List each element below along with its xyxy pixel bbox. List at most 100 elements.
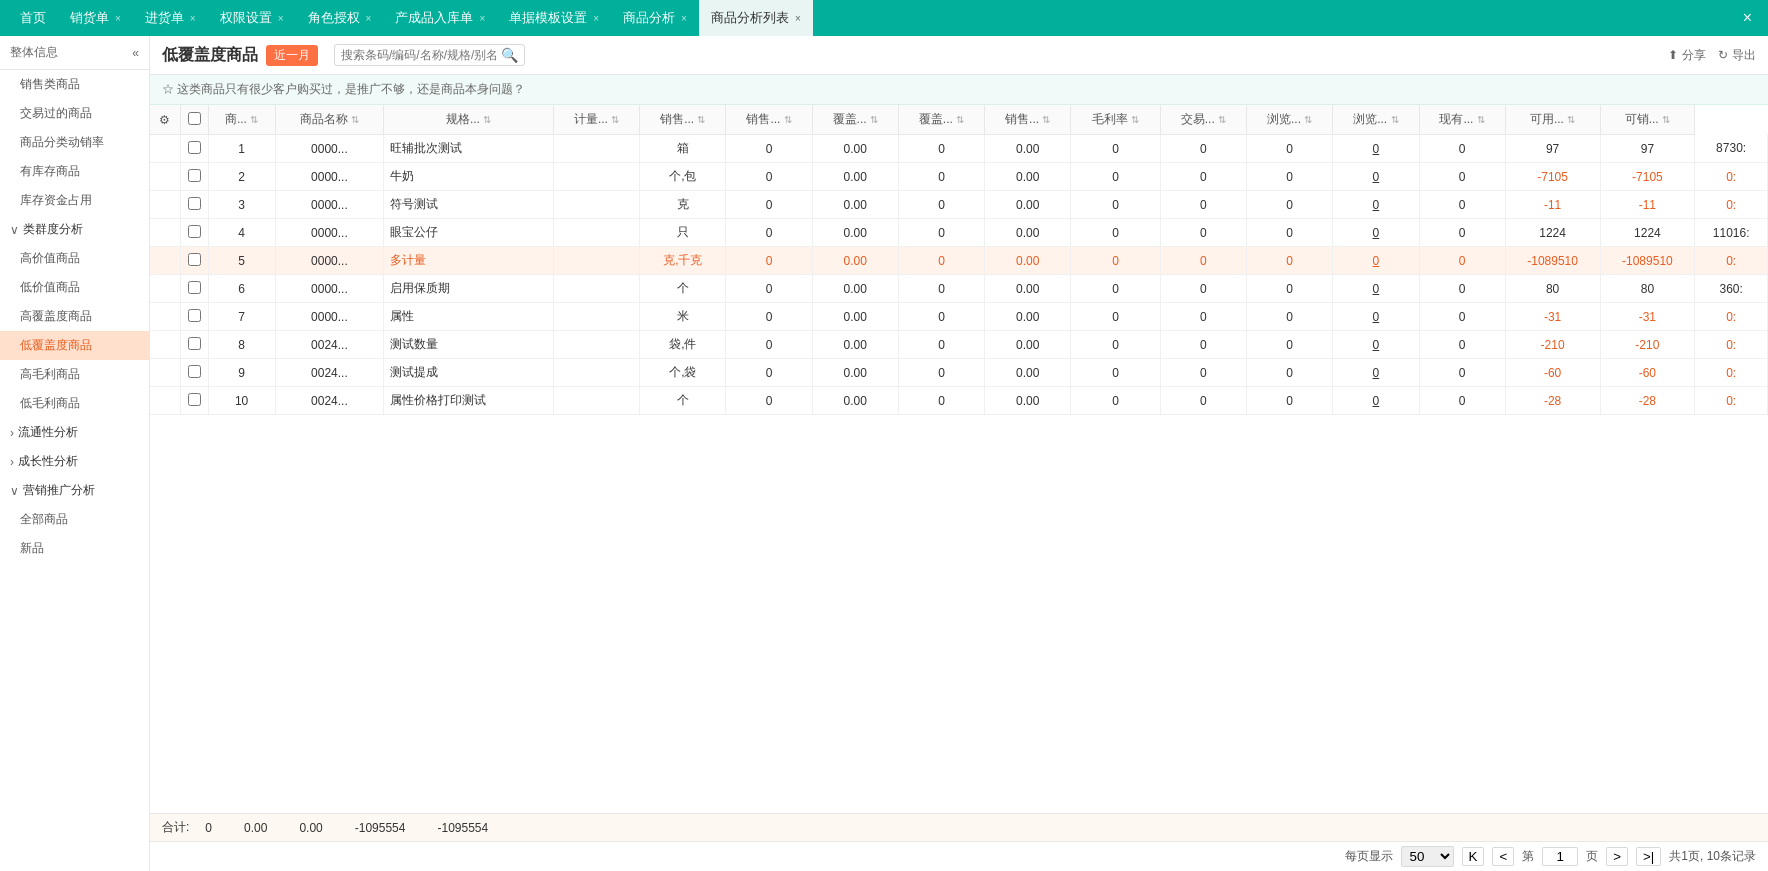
row-sellable: 0: — [1695, 163, 1768, 191]
nav-sales-order[interactable]: 销货单 × — [58, 0, 133, 36]
row-browse1[interactable]: 0 — [1333, 303, 1419, 331]
sidebar-group-liquidity[interactable]: › 流通性分析 — [0, 418, 149, 447]
close-sales-order-icon[interactable]: × — [115, 13, 121, 24]
sidebar-item-traded-goods[interactable]: 交易过的商品 — [0, 99, 149, 128]
share-button[interactable]: ⬆ 分享 — [1668, 47, 1706, 64]
row-select-checkbox[interactable] — [188, 281, 201, 294]
row-coverage1: 0 — [898, 191, 984, 219]
column-current-stock[interactable]: 现有... ⇅ — [1419, 105, 1505, 135]
next-page-button[interactable]: > — [1606, 847, 1628, 866]
column-available[interactable]: 可用... ⇅ — [1505, 105, 1600, 135]
nav-home[interactable]: 首页 — [8, 0, 58, 36]
row-sales-amount: 0.00 — [812, 359, 898, 387]
column-sales-amount[interactable]: 销售... ⇅ — [726, 105, 812, 135]
sidebar-item-sales-goods[interactable]: 销售类商品 — [0, 70, 149, 99]
close-purchase-order-icon[interactable]: × — [190, 13, 196, 24]
date-filter-button[interactable]: 近一月 — [266, 45, 318, 66]
sidebar-collapse-button[interactable]: « — [132, 46, 139, 60]
row-name: 测试数量 — [384, 331, 554, 359]
row-select-checkbox[interactable] — [188, 169, 201, 182]
nav-product-analysis-list[interactable]: 商品分析列表 × — [699, 0, 813, 36]
row-coverage2: 0.00 — [985, 219, 1071, 247]
close-template-settings-icon[interactable]: × — [593, 13, 599, 24]
row-browse1[interactable]: 0 — [1333, 219, 1419, 247]
row-browse1[interactable]: 0 — [1333, 163, 1419, 191]
search-input[interactable] — [341, 48, 501, 62]
sidebar-group-coverage[interactable]: ∨ 类群度分析 — [0, 215, 149, 244]
row-browse1[interactable]: 0 — [1333, 331, 1419, 359]
sidebar-item-stocked-goods[interactable]: 有库存商品 — [0, 157, 149, 186]
close-analysis-list-icon[interactable]: × — [795, 13, 801, 24]
last-page-button[interactable]: >| — [1636, 847, 1661, 866]
close-product-analysis-icon[interactable]: × — [681, 13, 687, 24]
sidebar-item-category-turnover[interactable]: 商品分类动销率 — [0, 128, 149, 157]
sidebar-item-high-coverage[interactable]: 高覆盖度商品 — [0, 302, 149, 331]
row-coverage2: 0.00 — [985, 387, 1071, 415]
per-page-select[interactable]: 50 20 100 200 — [1401, 846, 1454, 867]
close-finished-goods-icon[interactable]: × — [479, 13, 485, 24]
row-browse1[interactable]: 0 — [1333, 359, 1419, 387]
row-settings — [150, 135, 180, 163]
sidebar-item-all-goods[interactable]: 全部商品 — [0, 505, 149, 534]
nav-purchase-order[interactable]: 进货单 × — [133, 0, 208, 36]
column-settings[interactable]: ⚙ — [150, 105, 180, 135]
column-spec[interactable]: 规格... ⇅ — [384, 105, 554, 135]
sidebar-item-inventory-fund[interactable]: 库存资金占用 — [0, 186, 149, 215]
close-permissions-icon[interactable]: × — [278, 13, 284, 24]
column-coverage1[interactable]: 覆盖... ⇅ — [812, 105, 898, 135]
page-number-input[interactable] — [1542, 847, 1578, 866]
nav-role-auth[interactable]: 角色授权 × — [296, 0, 384, 36]
column-browse2[interactable]: 浏览... ⇅ — [1333, 105, 1419, 135]
nav-close-all-button[interactable]: × — [1735, 9, 1760, 27]
sidebar-item-low-margin[interactable]: 低毛利商品 — [0, 389, 149, 418]
nav-template-settings[interactable]: 单据模板设置 × — [497, 0, 611, 36]
column-unit[interactable]: 计量... ⇅ — [553, 105, 639, 135]
prev-page-button[interactable]: < — [1492, 847, 1514, 866]
export-button[interactable]: ↻ 导出 — [1718, 47, 1756, 64]
row-num: 2 — [208, 163, 275, 191]
nav-product-analysis[interactable]: 商品分析 × — [611, 0, 699, 36]
row-available: -31 — [1600, 303, 1695, 331]
column-browse1[interactable]: 浏览... ⇅ — [1247, 105, 1333, 135]
column-name[interactable]: 商品名称 ⇅ — [275, 105, 383, 135]
row-select-checkbox[interactable] — [188, 309, 201, 322]
sidebar-group-marketing[interactable]: ∨ 营销推广分析 — [0, 476, 149, 505]
nav-finished-goods[interactable]: 产成品入库单 × — [383, 0, 497, 36]
column-sales3[interactable]: 销售... ⇅ — [985, 105, 1071, 135]
column-code[interactable]: 商... ⇅ — [208, 105, 275, 135]
sidebar-item-high-value[interactable]: 高价值商品 — [0, 244, 149, 273]
column-gross-margin[interactable]: 毛利率 ⇅ — [1071, 105, 1160, 135]
row-browse1[interactable]: 0 — [1333, 387, 1419, 415]
column-sellable[interactable]: 可销... ⇅ — [1600, 105, 1695, 135]
row-sales-qty: 0 — [726, 191, 812, 219]
row-select-checkbox[interactable] — [188, 365, 201, 378]
sidebar-item-low-coverage[interactable]: 低覆盖度商品 — [0, 331, 149, 360]
row-select-checkbox[interactable] — [188, 393, 201, 406]
row-select-checkbox[interactable] — [188, 253, 201, 266]
row-browse1[interactable]: 0 — [1333, 275, 1419, 303]
row-select-checkbox[interactable] — [188, 141, 201, 154]
select-all-checkbox[interactable] — [188, 112, 201, 125]
row-sales-amount: 0.00 — [812, 191, 898, 219]
sidebar-item-new-goods[interactable]: 新品 — [0, 534, 149, 563]
row-select-checkbox[interactable] — [188, 225, 201, 238]
column-coverage2[interactable]: 覆盖... ⇅ — [898, 105, 984, 135]
row-select-checkbox[interactable] — [188, 337, 201, 350]
close-role-auth-icon[interactable]: × — [366, 13, 372, 24]
sidebar-item-low-value[interactable]: 低价值商品 — [0, 273, 149, 302]
row-browse2: 0 — [1419, 331, 1505, 359]
row-checkbox — [180, 275, 208, 303]
row-browse1[interactable]: 0 — [1333, 135, 1419, 163]
sidebar-group-growth[interactable]: › 成长性分析 — [0, 447, 149, 476]
sidebar-item-high-margin[interactable]: 高毛利商品 — [0, 360, 149, 389]
nav-permissions[interactable]: 权限设置 × — [208, 0, 296, 36]
row-select-checkbox[interactable] — [188, 197, 201, 210]
row-checkbox — [180, 163, 208, 191]
column-sales-qty[interactable]: 销售... ⇅ — [640, 105, 726, 135]
row-browse1[interactable]: 0 — [1333, 247, 1419, 275]
row-sellable: 360: — [1695, 275, 1768, 303]
first-page-button[interactable]: K — [1462, 847, 1485, 866]
row-browse1[interactable]: 0 — [1333, 191, 1419, 219]
column-transaction[interactable]: 交易... ⇅ — [1160, 105, 1246, 135]
footer-values: 0 0.00 0.00 -1095554 -1095554 — [205, 821, 488, 835]
